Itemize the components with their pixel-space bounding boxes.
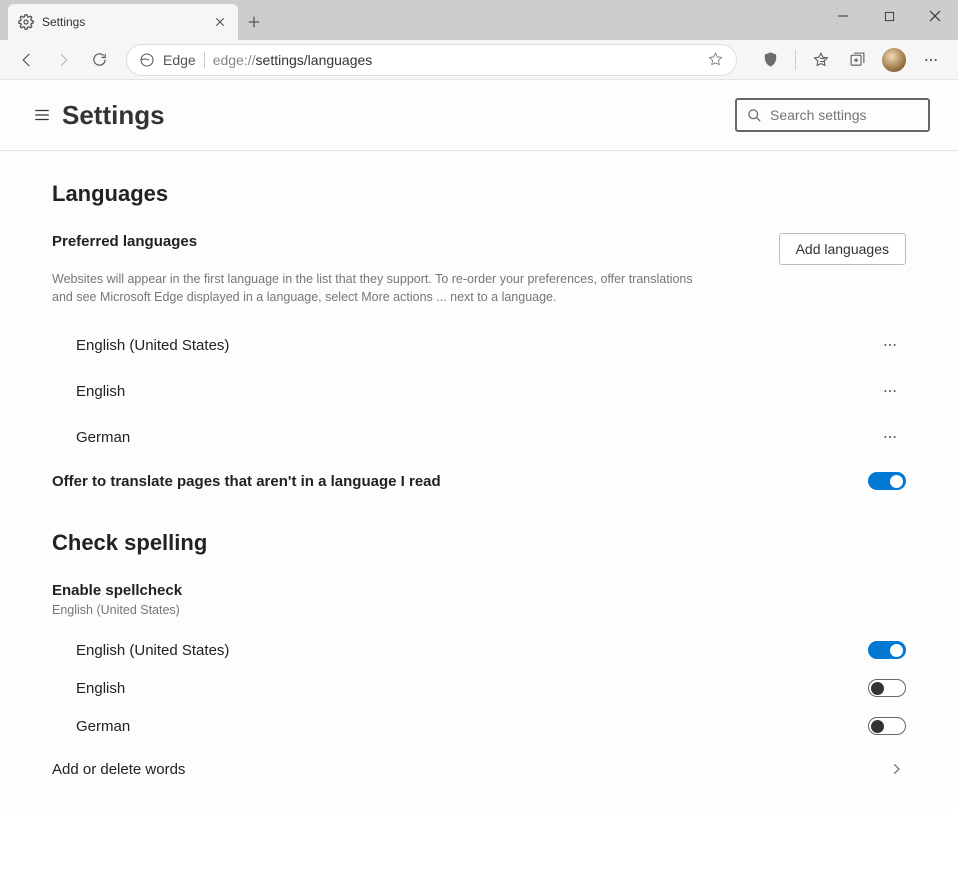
addressbar-divider bbox=[204, 52, 205, 68]
close-window-button[interactable] bbox=[912, 0, 958, 32]
language-list: English (United States) English German bbox=[52, 322, 906, 460]
spellcheck-item-label: English (United States) bbox=[76, 642, 868, 659]
spellcheck-toggle[interactable] bbox=[868, 679, 906, 697]
back-button[interactable] bbox=[10, 43, 44, 77]
profile-avatar[interactable] bbox=[882, 48, 906, 72]
spellcheck-item: English bbox=[52, 669, 906, 707]
add-delete-words-row[interactable]: Add or delete words bbox=[52, 745, 906, 779]
search-icon bbox=[747, 108, 762, 123]
new-tab-button[interactable] bbox=[238, 4, 270, 40]
language-item-label: English bbox=[76, 383, 874, 400]
tab-title: Settings bbox=[42, 15, 204, 29]
tracking-shield-icon[interactable] bbox=[753, 43, 787, 77]
spellcheck-item: English (United States) bbox=[52, 631, 906, 669]
close-tab-icon[interactable] bbox=[212, 14, 228, 30]
collections-button[interactable] bbox=[840, 43, 874, 77]
language-item: German bbox=[52, 414, 906, 460]
spellcheck-toggle[interactable] bbox=[868, 641, 906, 659]
toolbar-right bbox=[747, 43, 948, 77]
languages-section-title: Languages bbox=[52, 181, 906, 207]
add-languages-button[interactable]: Add languages bbox=[779, 233, 906, 265]
spellcheck-item-label: German bbox=[76, 718, 868, 735]
spellcheck-toggle[interactable] bbox=[868, 717, 906, 735]
enable-spellcheck-heading: Enable spellcheck bbox=[52, 582, 906, 599]
spellcheck-item: German bbox=[52, 707, 906, 745]
url-text: edge://settings/languages bbox=[213, 52, 699, 68]
favorite-star-icon[interactable] bbox=[707, 51, 724, 68]
language-item-label: German bbox=[76, 429, 874, 446]
favorites-button[interactable] bbox=[804, 43, 838, 77]
add-delete-words-label: Add or delete words bbox=[52, 761, 886, 778]
chevron-right-icon bbox=[886, 759, 906, 779]
language-more-actions-button[interactable] bbox=[874, 379, 906, 403]
language-more-actions-button[interactable] bbox=[874, 425, 906, 449]
page-title: Settings bbox=[62, 100, 735, 131]
edge-icon bbox=[139, 52, 155, 68]
translate-label: Offer to translate pages that aren't in … bbox=[52, 473, 868, 490]
search-settings-box[interactable] bbox=[735, 98, 930, 132]
refresh-button[interactable] bbox=[82, 43, 116, 77]
site-label: Edge bbox=[163, 52, 196, 68]
minimize-button[interactable] bbox=[820, 0, 866, 32]
language-more-actions-button[interactable] bbox=[874, 333, 906, 357]
preferred-languages-heading: Preferred languages bbox=[52, 233, 197, 250]
preferred-languages-header: Preferred languages Add languages bbox=[52, 233, 906, 265]
language-item-label: English (United States) bbox=[76, 337, 874, 354]
spellcheck-list: English (United States) English German bbox=[52, 631, 906, 745]
spellcheck-item-label: English bbox=[76, 680, 868, 697]
more-menu-button[interactable] bbox=[914, 43, 948, 77]
forward-button[interactable] bbox=[46, 43, 80, 77]
address-bar[interactable]: Edge edge://settings/languages bbox=[126, 44, 737, 76]
language-item: English (United States) bbox=[52, 322, 906, 368]
language-item: English bbox=[52, 368, 906, 414]
hamburger-menu-button[interactable] bbox=[28, 101, 56, 129]
browser-toolbar: Edge edge://settings/languages bbox=[0, 40, 958, 80]
maximize-button[interactable] bbox=[866, 0, 912, 32]
toolbar-sep bbox=[795, 50, 796, 70]
settings-header: Settings bbox=[0, 80, 958, 151]
translate-toggle[interactable] bbox=[868, 472, 906, 490]
spelling-section-title: Check spelling bbox=[52, 530, 906, 556]
search-settings-input[interactable] bbox=[770, 107, 951, 123]
preferred-languages-description: Websites will appear in the first langua… bbox=[52, 271, 712, 306]
settings-content: Languages Preferred languages Add langua… bbox=[0, 151, 958, 809]
gear-icon bbox=[18, 14, 34, 30]
enable-spellcheck-subtext: English (United States) bbox=[52, 603, 906, 617]
window-controls bbox=[820, 0, 958, 32]
translate-toggle-row: Offer to translate pages that aren't in … bbox=[52, 460, 906, 490]
browser-tab[interactable]: Settings bbox=[8, 4, 238, 40]
titlebar: Settings bbox=[0, 0, 958, 40]
